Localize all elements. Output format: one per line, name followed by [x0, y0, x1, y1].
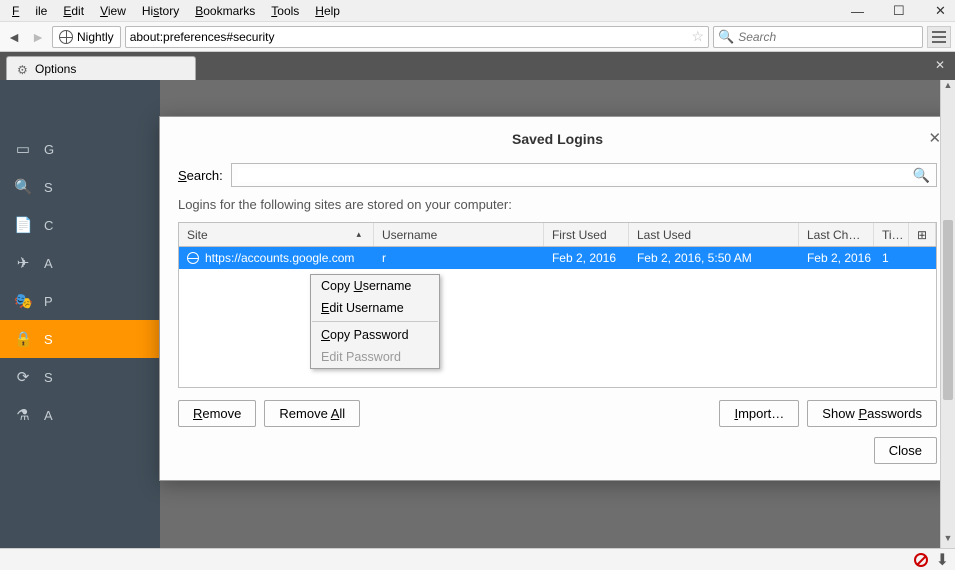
search-icon[interactable]: 🔍 [913, 167, 930, 184]
window-controls: — ☐ ✕ [843, 0, 947, 22]
search-bar[interactable]: 🔍 [713, 26, 923, 48]
statusbar: ⬇ [0, 548, 955, 570]
dialog-search-input[interactable] [238, 168, 913, 182]
tab-options[interactable]: ⚙ Options [6, 56, 196, 80]
ctx-copy-password[interactable]: Copy Password [311, 324, 439, 346]
window-close-button[interactable]: ✕ [927, 1, 947, 21]
sidebar-item-security[interactable]: 🔒S [0, 320, 160, 358]
menu-bookmarks[interactable]: Bookmarks [187, 2, 263, 20]
panel-icon: ▭ [14, 140, 32, 158]
close-button[interactable]: Close [874, 437, 937, 464]
dialog-search-row: Search: 🔍 [178, 163, 937, 187]
menu-view[interactable]: View [92, 2, 134, 20]
col-times-used[interactable]: Ti… [874, 223, 909, 246]
globe-icon [187, 252, 199, 264]
col-first-used[interactable]: First Used [544, 223, 629, 246]
saved-logins-dialog: Saved Logins ✕ Search: 🔍 Logins for the … [159, 116, 955, 481]
forward-button[interactable]: ► [28, 27, 48, 47]
identity-box[interactable]: Nightly [52, 26, 121, 48]
col-last-used[interactable]: Last Used [629, 223, 799, 246]
dialog-title: Saved Logins [178, 131, 937, 147]
table-header: Site Username First Used Last Used Last … [179, 223, 936, 247]
col-username[interactable]: Username [374, 223, 544, 246]
col-site[interactable]: Site [179, 223, 374, 246]
sync-icon: ⟳ [14, 368, 32, 386]
modal-overlay: Saved Logins ✕ Search: 🔍 Logins for the … [160, 80, 955, 548]
page-scrollbar[interactable]: ▲ ▼ [940, 80, 955, 548]
window-maximize-button[interactable]: ☐ [885, 1, 905, 21]
scroll-up-arrow[interactable]: ▲ [941, 80, 955, 95]
cell-username: r [374, 251, 544, 265]
search-label: Search: [178, 168, 223, 183]
prefs-main: Saved Logins ✕ Search: 🔍 Logins for the … [160, 80, 955, 548]
ctx-copy-username[interactable]: Copy Username [311, 275, 439, 297]
cell-site: https://accounts.google.com [179, 251, 374, 265]
sidebar-item-applications[interactable]: ✈A [0, 244, 160, 282]
search-icon: 🔍 [718, 29, 734, 45]
remove-button[interactable]: Remove [178, 400, 256, 427]
globe-icon [59, 30, 73, 44]
nav-toolbar: ◄ ► Nightly ☆ 🔍 [0, 22, 955, 52]
logins-table: Site Username First Used Last Used Last … [178, 222, 937, 388]
noscript-icon[interactable] [914, 553, 928, 567]
back-button[interactable]: ◄ [4, 27, 24, 47]
scroll-down-arrow[interactable]: ▼ [941, 533, 955, 548]
dialog-search-box[interactable]: 🔍 [231, 163, 937, 187]
search-input[interactable] [738, 30, 918, 44]
import-button[interactable]: Import… [719, 400, 799, 427]
search-icon: 🔍 [14, 178, 32, 196]
table-body: https://accounts.google.com r Feb 2, 201… [179, 247, 936, 387]
menubar: File Edit View History Bookmarks Tools H… [0, 0, 955, 22]
table-row[interactable]: https://accounts.google.com r Feb 2, 201… [179, 247, 936, 269]
dialog-description: Logins for the following sites are store… [178, 197, 937, 212]
tab-strip: ⚙ Options ✕ [0, 52, 955, 80]
rocket-icon: ✈ [14, 254, 32, 272]
menu-edit[interactable]: Edit [55, 2, 92, 20]
bookmark-star-icon[interactable]: ☆ [691, 28, 704, 45]
sidebar-item-sync[interactable]: ⟳S [0, 358, 160, 396]
sidebar-item-content[interactable]: 📄C [0, 206, 160, 244]
menu-help[interactable]: Help [307, 2, 348, 20]
ctx-edit-password: Edit Password [311, 346, 439, 368]
lock-icon: 🔒 [14, 330, 32, 348]
gear-icon: ⚙ [17, 63, 29, 75]
tab-label: Options [35, 62, 76, 76]
sidebar-item-general[interactable]: ▭G [0, 130, 160, 168]
cell-times-used: 1 [874, 251, 909, 265]
download-indicator-icon[interactable]: ⬇ [936, 550, 949, 570]
cell-last-used: Feb 2, 2016, 5:50 AM [629, 251, 799, 265]
menu-history[interactable]: History [134, 2, 187, 20]
ctx-separator [312, 321, 438, 322]
ctx-edit-username[interactable]: Edit Username [311, 297, 439, 319]
window-minimize-button[interactable]: — [843, 2, 863, 21]
flask-icon: ⚗ [14, 406, 32, 424]
scroll-thumb[interactable] [943, 220, 953, 400]
menu-tools[interactable]: Tools [263, 2, 307, 20]
col-last-changed[interactable]: Last Ch… [799, 223, 874, 246]
sidebar-item-search[interactable]: 🔍S [0, 168, 160, 206]
url-input[interactable] [130, 30, 688, 44]
column-picker-button[interactable]: ⊞ [909, 223, 936, 246]
show-passwords-button[interactable]: Show Passwords [807, 400, 937, 427]
tabstrip-close-icon[interactable]: ✕ [935, 58, 945, 72]
cell-first-used: Feb 2, 2016 [544, 251, 629, 265]
url-bar[interactable]: ☆ [125, 26, 709, 48]
prefs-sidebar: ▭G 🔍S 📄C ✈A 🎭P 🔒S ⟳S ⚗A [0, 80, 160, 548]
remove-all-button[interactable]: Remove All [264, 400, 360, 427]
sidebar-item-advanced[interactable]: ⚗A [0, 396, 160, 434]
content-area: ▭G 🔍S 📄C ✈A 🎭P 🔒S ⟳S ⚗A Saved Logins ✕ S… [0, 80, 955, 548]
document-icon: 📄 [14, 216, 32, 234]
login-context-menu: Copy Username Edit Username Copy Passwor… [310, 274, 440, 369]
app-menu-button[interactable] [927, 26, 951, 48]
mask-icon: 🎭 [14, 292, 32, 310]
cell-last-changed: Feb 2, 2016 [799, 251, 874, 265]
sidebar-item-privacy[interactable]: 🎭P [0, 282, 160, 320]
menu-file[interactable]: File [4, 2, 55, 20]
dialog-button-row: Remove Remove All Import… Show Passwords [178, 400, 937, 427]
identity-label: Nightly [77, 30, 114, 44]
